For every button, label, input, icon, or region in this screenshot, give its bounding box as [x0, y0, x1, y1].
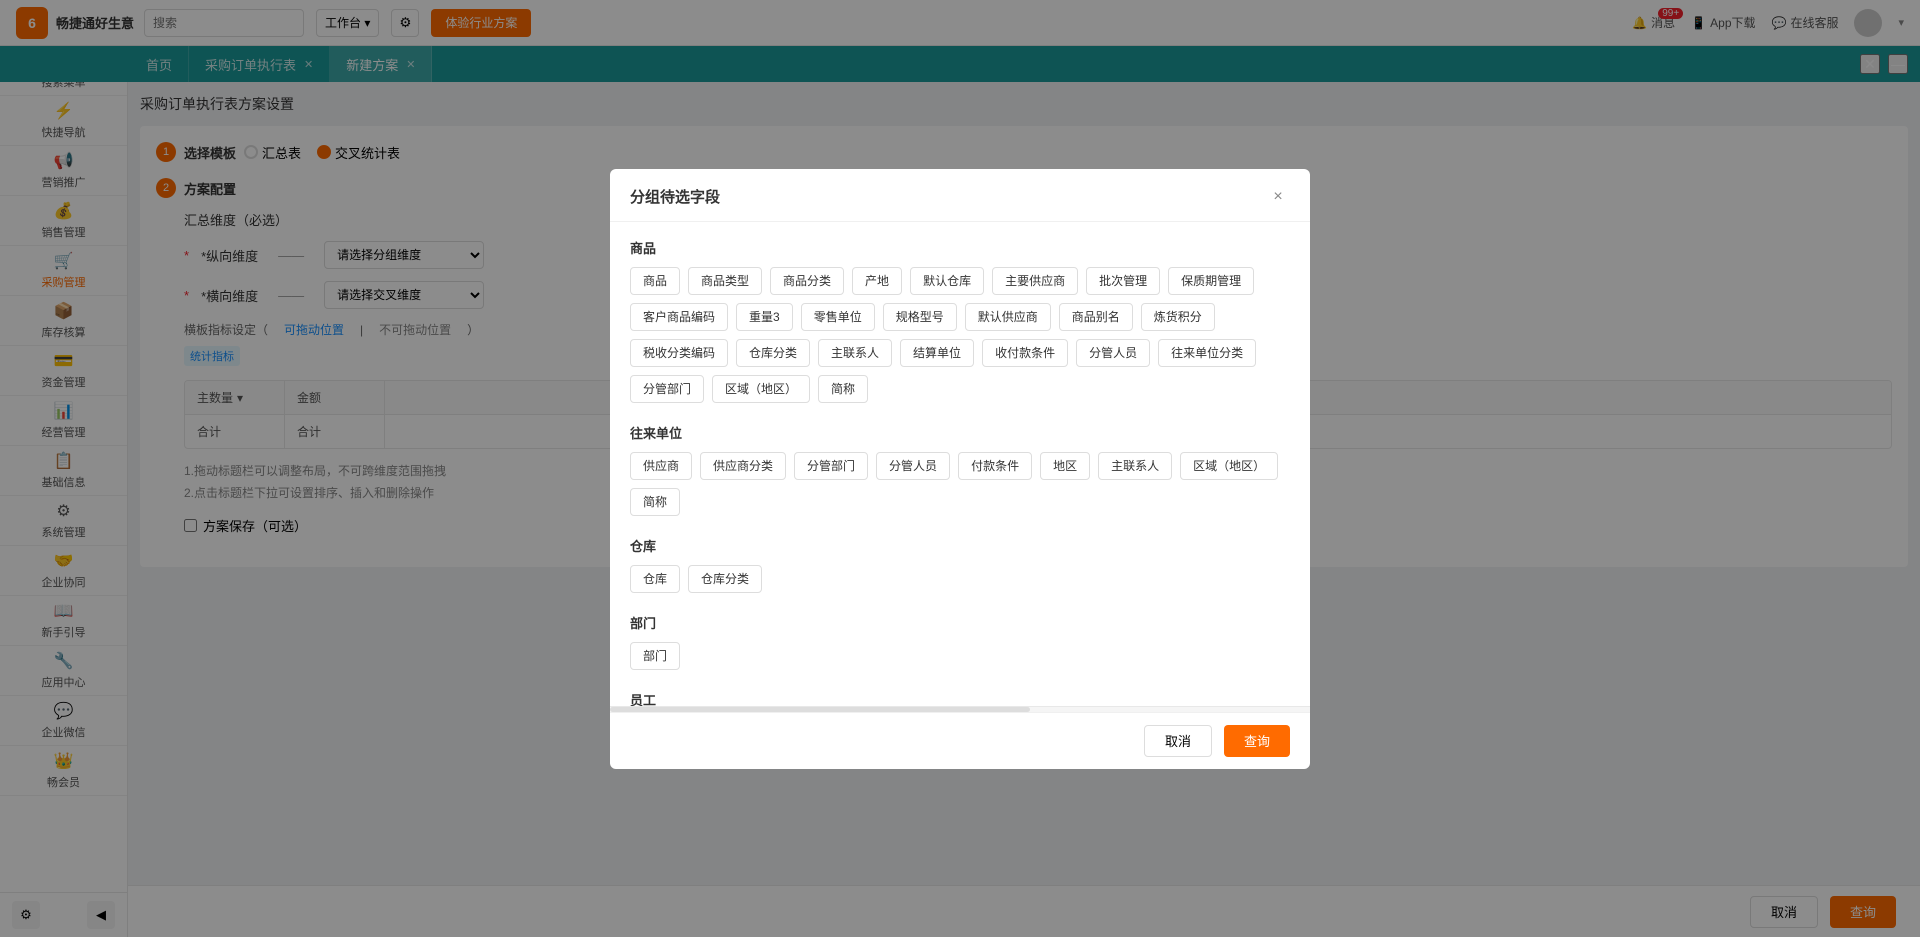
field-tag-dept[interactable]: 分管部门 — [794, 452, 868, 480]
field-tag-goods[interactable]: 商品 — [630, 267, 680, 295]
field-section-department: 部门 部门 — [630, 613, 1290, 670]
field-tag-goods-alias[interactable]: 商品别名 — [1059, 303, 1133, 331]
field-tag-payment-terms[interactable]: 收付款条件 — [982, 339, 1068, 367]
field-section-department-title: 部门 — [630, 613, 1290, 632]
field-tags-warehouse: 仓库 仓库分类 — [630, 565, 1290, 593]
field-tag-spec-model[interactable]: 规格型号 — [883, 303, 957, 331]
field-tag-origin[interactable]: 产地 — [852, 267, 902, 295]
field-tag-short-name[interactable]: 简称 — [818, 375, 868, 403]
field-section-goods-title: 商品 — [630, 238, 1290, 257]
field-tag-expiry-mgmt[interactable]: 保质期管理 — [1168, 267, 1254, 295]
field-tag-default-warehouse[interactable]: 默认仓库 — [910, 267, 984, 295]
modal-footer: 取消 查询 — [610, 712, 1310, 769]
modal-cancel-button[interactable]: 取消 — [1144, 725, 1212, 757]
field-tag-region2[interactable]: 区域（地区） — [1180, 452, 1278, 480]
field-tags-department: 部门 — [630, 642, 1290, 670]
field-tag-area[interactable]: 地区 — [1040, 452, 1090, 480]
field-tag-warehouse-category[interactable]: 仓库分类 — [736, 339, 810, 367]
field-tag-default-supplier[interactable]: 默认供应商 — [965, 303, 1051, 331]
field-tag-pay-terms[interactable]: 付款条件 — [958, 452, 1032, 480]
field-section-goods: 商品 商品 商品类型 商品分类 产地 默认仓库 主要供应商 批次管理 保质期管理… — [630, 238, 1290, 403]
field-tag-tax-code[interactable]: 税收分类编码 — [630, 339, 728, 367]
field-tags-goods: 商品 商品类型 商品分类 产地 默认仓库 主要供应商 批次管理 保质期管理 客户… — [630, 267, 1290, 403]
field-tag-customer-code[interactable]: 客户商品编码 — [630, 303, 728, 331]
modal-body: 商品 商品 商品类型 商品分类 产地 默认仓库 主要供应商 批次管理 保质期管理… — [610, 222, 1310, 706]
modal-close-button[interactable]: × — [1266, 185, 1290, 209]
modal-confirm-button[interactable]: 查询 — [1224, 725, 1290, 757]
field-tag-batch-mgmt[interactable]: 批次管理 — [1086, 267, 1160, 295]
modal-overlay: 分组待选字段 × 商品 商品 商品类型 商品分类 产地 默认仓库 主要供应商 批… — [0, 0, 1920, 937]
field-section-counterpart-title: 往来单位 — [630, 423, 1290, 442]
field-tag-goods-category[interactable]: 商品分类 — [770, 267, 844, 295]
field-section-warehouse: 仓库 仓库 仓库分类 — [630, 536, 1290, 593]
field-tag-admin-dept[interactable]: 分管部门 — [630, 375, 704, 403]
field-section-employee-title: 员工 — [630, 690, 1290, 706]
field-tag-counterpart-category[interactable]: 往来单位分类 — [1158, 339, 1256, 367]
field-tag-warehouse-cat[interactable]: 仓库分类 — [688, 565, 762, 593]
field-tag-main-supplier[interactable]: 主要供应商 — [992, 267, 1078, 295]
field-section-employee: 员工 业务员 — [630, 690, 1290, 706]
modal-dialog: 分组待选字段 × 商品 商品 商品类型 商品分类 产地 默认仓库 主要供应商 批… — [610, 169, 1310, 769]
field-tag-settlement-unit[interactable]: 结算单位 — [900, 339, 974, 367]
field-section-warehouse-title: 仓库 — [630, 536, 1290, 555]
field-tag-department[interactable]: 部门 — [630, 642, 680, 670]
modal-title: 分组待选字段 — [630, 186, 720, 207]
field-tags-counterpart: 供应商 供应商分类 分管部门 分管人员 付款条件 地区 主联系人 区域（地区） … — [630, 452, 1290, 516]
modal-header: 分组待选字段 × — [610, 169, 1310, 222]
field-tag-region[interactable]: 区域（地区） — [712, 375, 810, 403]
field-tag-retail-unit[interactable]: 零售单位 — [801, 303, 875, 331]
field-tag-main-contact[interactable]: 主联系人 — [818, 339, 892, 367]
field-section-counterpart: 往来单位 供应商 供应商分类 分管部门 分管人员 付款条件 地区 主联系人 区域… — [630, 423, 1290, 516]
field-tag-weight3[interactable]: 重量3 — [736, 303, 793, 331]
field-tag-lian-score[interactable]: 炼货积分 — [1141, 303, 1215, 331]
field-tag-goods-type[interactable]: 商品类型 — [688, 267, 762, 295]
modal-hscrollbar[interactable] — [610, 706, 1310, 712]
field-tag-supplier[interactable]: 供应商 — [630, 452, 692, 480]
field-tag-supplier-category[interactable]: 供应商分类 — [700, 452, 786, 480]
modal-hscrollbar-thumb[interactable] — [610, 707, 1030, 712]
field-tag-contact[interactable]: 主联系人 — [1098, 452, 1172, 480]
field-tag-abbr[interactable]: 简称 — [630, 488, 680, 516]
field-tag-admin-person[interactable]: 分管人员 — [1076, 339, 1150, 367]
field-tag-warehouse[interactable]: 仓库 — [630, 565, 680, 593]
field-tag-managed-person[interactable]: 分管人员 — [876, 452, 950, 480]
